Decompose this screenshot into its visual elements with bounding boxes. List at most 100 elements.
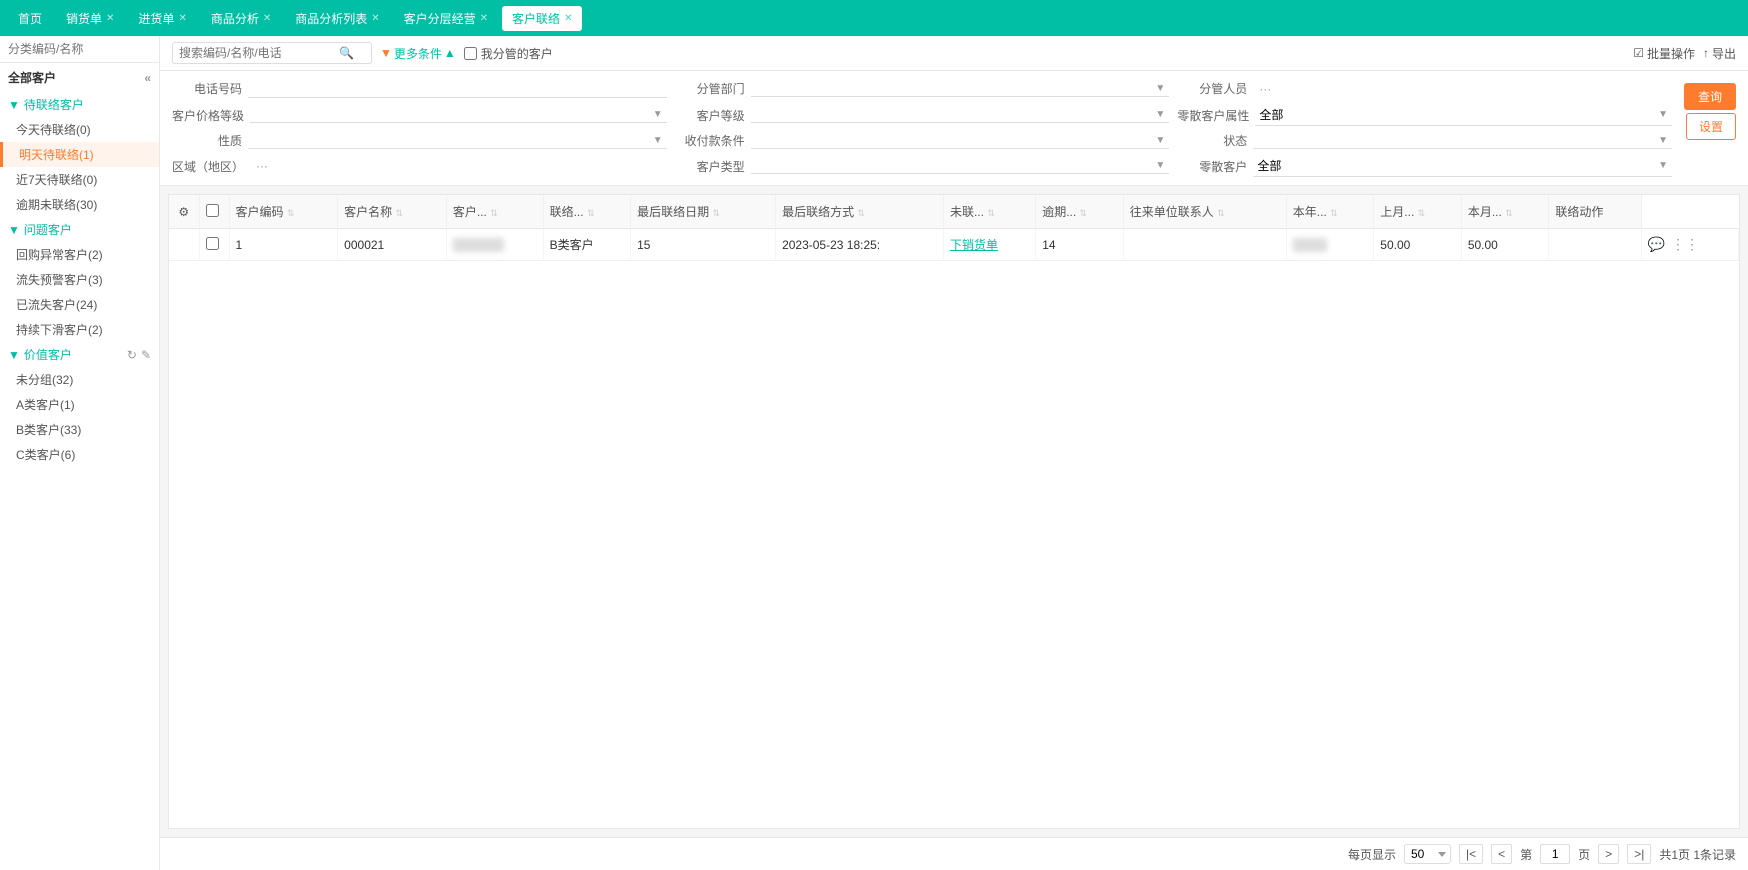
export-btn[interactable]: ↑ 导出 xyxy=(1703,45,1736,62)
nature-field: 性质 ▼ xyxy=(172,132,667,149)
chevron-left-icon: « xyxy=(144,71,151,85)
sidebar-item-abnormal-repurchase[interactable]: 回购异常客户(2) xyxy=(0,242,159,267)
checkbox-col-header[interactable] xyxy=(199,195,229,229)
nav-home[interactable]: 首页 xyxy=(8,6,52,31)
nav-purchase[interactable]: 进货单 ✕ xyxy=(128,6,196,31)
status-select[interactable]: ▼ xyxy=(1253,133,1672,149)
select-all-checkbox[interactable] xyxy=(206,204,219,217)
chevron-down-icon: ▼ xyxy=(1658,135,1668,146)
manager-dots[interactable]: ··· xyxy=(1253,80,1277,98)
sidebar-search-input[interactable] xyxy=(8,42,160,56)
close-icon[interactable]: ✕ xyxy=(178,13,186,24)
sidebar-group-value: ▼ 价值客户 ↻ ✎ xyxy=(0,342,159,367)
retail-attr-select[interactable]: 全部 ▼ xyxy=(1255,104,1672,126)
retail-select[interactable]: 全部 ▼ xyxy=(1253,155,1672,177)
customer-level-select[interactable]: ▼ xyxy=(751,107,1170,123)
row-select-checkbox[interactable] xyxy=(206,237,219,250)
sidebar-item-7days[interactable]: 近7天待联络(0) xyxy=(0,167,159,192)
nature-select[interactable]: ▼ xyxy=(248,133,667,149)
customer-type-select[interactable]: ▼ xyxy=(751,158,1170,174)
row-not-contacted: 14 xyxy=(1036,229,1124,261)
dept-select[interactable]: ▼ xyxy=(751,81,1170,97)
nav-customer-segmentation[interactable]: 客户分层经营 ✕ xyxy=(394,6,498,31)
data-table-area: ⚙ 客户编码 ⇅ 客户名称 ⇅ 客户... ⇅ xyxy=(168,194,1740,829)
sidebar-item-class-a[interactable]: A类客户(1) xyxy=(0,392,159,417)
sort-icon: ⇅ xyxy=(490,208,498,218)
sidebar-item-class-c[interactable]: C类客户(6) xyxy=(0,442,159,467)
col-overdue[interactable]: 逾期... ⇅ xyxy=(1036,195,1124,229)
manager-field: 分管人员 ··· xyxy=(1177,80,1672,98)
nav-sales[interactable]: 销货单 ✕ xyxy=(56,6,124,31)
col-this-month[interactable]: 本月... ⇅ xyxy=(1461,195,1549,229)
sidebar-item-tomorrow[interactable]: 明天待联络(1) xyxy=(0,142,159,167)
page-number-input[interactable] xyxy=(1540,844,1570,864)
row-last-contact-method[interactable]: 下销货单 xyxy=(943,229,1035,261)
my-customers-check[interactable] xyxy=(464,47,477,60)
sidebar-item-churned[interactable]: 已流失客户(24) xyxy=(0,292,159,317)
sort-icon: ⇅ xyxy=(1217,208,1225,218)
price-level-select[interactable]: ▼ xyxy=(250,107,667,123)
query-button[interactable]: 查询 xyxy=(1684,83,1736,110)
sidebar-item-churn-warning[interactable]: 流失预警客户(3) xyxy=(0,267,159,292)
phone-field: 电话号码 xyxy=(172,79,667,98)
gear-col-header[interactable]: ⚙ xyxy=(169,195,199,229)
last-page-btn[interactable]: >| xyxy=(1627,844,1651,864)
prev-page-btn[interactable]: < xyxy=(1491,844,1512,864)
sidebar-item-class-b[interactable]: B类客户(33) xyxy=(0,417,159,442)
more-conditions-btn[interactable]: ▼ 更多条件 ▲ xyxy=(380,45,456,62)
col-customer-type[interactable]: 客户... ⇅ xyxy=(446,195,543,229)
row-name[interactable]: ██████ xyxy=(446,229,543,261)
col-last-month[interactable]: 上月... ⇅ xyxy=(1374,195,1462,229)
close-icon[interactable]: ✕ xyxy=(480,13,488,24)
search-input[interactable] xyxy=(179,46,339,60)
contact-icon[interactable]: 💬 xyxy=(1648,236,1665,253)
col-last-contact-date[interactable]: 最后联络日期 ⇅ xyxy=(631,195,776,229)
refresh-icon[interactable]: ↻ xyxy=(127,348,137,362)
chevron-down-icon: ▼ xyxy=(653,135,663,146)
settings-button[interactable]: 设置 xyxy=(1686,113,1736,140)
payment-select[interactable]: ▼ xyxy=(751,133,1170,149)
row-checkbox[interactable] xyxy=(199,229,229,261)
close-icon[interactable]: ✕ xyxy=(564,13,572,24)
col-last-contact-method[interactable]: 最后联络方式 ⇅ xyxy=(776,195,944,229)
sort-icon: ⇅ xyxy=(1418,208,1426,218)
sidebar-all-customers[interactable]: 全部客户 « xyxy=(0,63,159,92)
batch-op-btn[interactable]: ☑ 批量操作 xyxy=(1633,45,1695,62)
filter-bar: 🔍 ▼ 更多条件 ▲ 我分管的客户 ☑ 批量操作 ↑ 导出 xyxy=(160,36,1748,71)
my-customers-checkbox[interactable]: 我分管的客户 xyxy=(464,45,553,62)
sidebar-item-ungrouped[interactable]: 未分组(32) xyxy=(0,367,159,392)
col-contact-count[interactable]: 联络... ⇅ xyxy=(543,195,631,229)
status-field: 状态 ▼ xyxy=(1177,132,1672,149)
phone-input[interactable] xyxy=(248,79,667,98)
col-customer-code[interactable]: 客户编码 ⇅ xyxy=(229,195,338,229)
row-this-month xyxy=(1549,229,1641,261)
search-icon[interactable]: 🔍 xyxy=(339,46,354,60)
close-icon[interactable]: ✕ xyxy=(371,13,379,24)
more-icon[interactable]: ⋮⋮ xyxy=(1671,236,1699,253)
sidebar-item-today[interactable]: 今天待联络(0) xyxy=(0,117,159,142)
region-dots[interactable]: ··· xyxy=(250,157,274,175)
col-customer-name[interactable]: 客户名称 ⇅ xyxy=(338,195,447,229)
sidebar: 🔍 全部客户 « ▼ 待联络客户 今天待联络(0) 明天待联络(1) 近7天待联… xyxy=(0,36,160,870)
page-size-select[interactable]: 50 100 200 xyxy=(1404,844,1451,864)
next-page-btn[interactable]: > xyxy=(1598,844,1619,864)
first-page-btn[interactable]: |< xyxy=(1459,844,1483,864)
edit-icon[interactable]: ✎ xyxy=(141,348,151,362)
col-unit-contact[interactable]: 往来单位联系人 ⇅ xyxy=(1123,195,1286,229)
triangle-icon: ▼ xyxy=(8,98,20,112)
advanced-filter: 电话号码 分管部门 ▼ 分管人员 ··· xyxy=(160,71,1748,186)
col-not-contacted[interactable]: 未联... ⇅ xyxy=(943,195,1035,229)
sidebar-item-declining[interactable]: 持续下滑客户(2) xyxy=(0,317,159,342)
close-icon[interactable]: ✕ xyxy=(106,13,114,24)
row-code: 000021 xyxy=(338,229,447,261)
chevron-down-icon: ▼ xyxy=(1658,109,1668,120)
nav-customer-contact[interactable]: 客户联络 ✕ xyxy=(502,6,582,31)
triangle-icon: ▼ xyxy=(8,348,20,362)
top-nav: 首页 销货单 ✕ 进货单 ✕ 商品分析 ✕ 商品分析列表 ✕ 客户分层经营 ✕ … xyxy=(0,0,1748,36)
sidebar-item-overdue[interactable]: 逾期未联络(30) xyxy=(0,192,159,217)
col-this-year[interactable]: 本年... ⇅ xyxy=(1286,195,1374,229)
close-icon[interactable]: ✕ xyxy=(263,13,271,24)
nav-product-analysis-list[interactable]: 商品分析列表 ✕ xyxy=(285,6,389,31)
table-row: 1 000021 ██████ B类客户 15 2023-05-23 18:25… xyxy=(169,229,1739,261)
nav-product-analysis[interactable]: 商品分析 ✕ xyxy=(201,6,281,31)
